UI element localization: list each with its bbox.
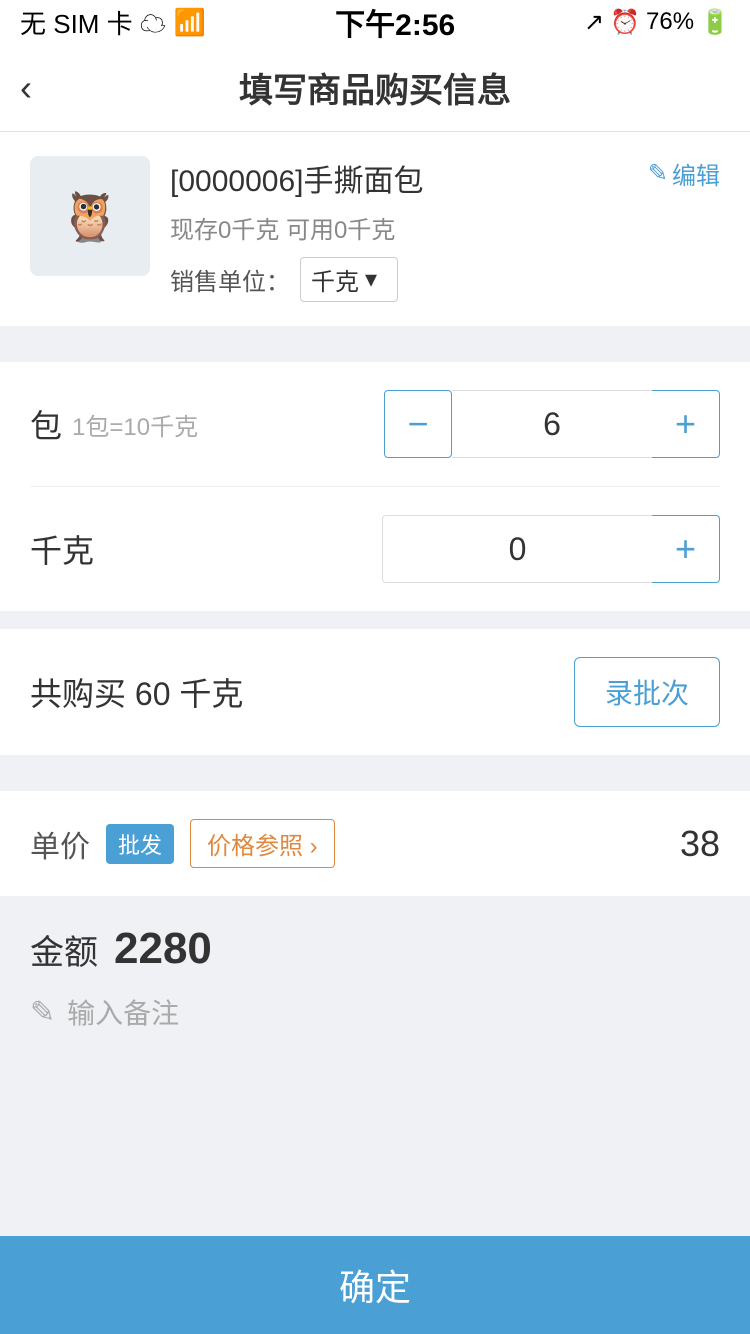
- product-name: [0000006]手撕面包: [170, 156, 648, 200]
- product-stock: 现存0千克 可用0千克: [170, 210, 720, 245]
- wifi-icon: 📶: [174, 7, 206, 38]
- back-button[interactable]: ‹: [20, 67, 32, 109]
- product-header: [0000006]手撕面包 ✎ 编辑: [170, 156, 720, 200]
- product-info: [0000006]手撕面包 ✎ 编辑 现存0千克 可用0千克 销售单位： 千克 …: [170, 156, 720, 302]
- amount-section: 金额 2280 ✎ 输入备注: [0, 896, 750, 1148]
- bao-label: 包: [30, 401, 62, 447]
- kg-label: 千克: [30, 526, 94, 572]
- edit-button[interactable]: ✎ 编辑: [648, 156, 720, 191]
- status-bar: 无 SIM 卡 ☁ 📶 下午2:56 ↗ ⏰ 76% 🔋: [0, 0, 750, 44]
- amount-row: 金额 2280: [30, 924, 720, 974]
- sim-status: 无 SIM 卡 ☁: [20, 4, 166, 41]
- product-unit-row: 销售单位： 千克 ▾: [170, 257, 720, 302]
- remark-text: 输入备注: [67, 992, 179, 1032]
- unit-select[interactable]: 千克 ▾: [300, 257, 398, 302]
- nav-bar: ‹ 填写商品购买信息: [0, 44, 750, 132]
- total-value: 60: [135, 676, 171, 712]
- status-time: 下午2:56: [335, 0, 455, 44]
- battery-icon: 🔋: [700, 8, 730, 37]
- confirm-button[interactable]: 确定: [0, 1236, 750, 1334]
- total-text: 共购买 60 千克: [30, 669, 243, 715]
- alarm-icon: ⏰: [610, 8, 640, 37]
- divider-1: [0, 344, 750, 362]
- page-title: 填写商品购买信息: [239, 63, 511, 112]
- price-reference-button[interactable]: 价格参照 ›: [190, 819, 335, 868]
- product-image: 🦉: [30, 156, 150, 276]
- bao-plus-button[interactable]: +: [652, 390, 720, 458]
- location-icon: ↗: [584, 8, 604, 37]
- kg-plus-button[interactable]: +: [652, 515, 720, 583]
- remark-row[interactable]: ✎ 输入备注: [30, 992, 720, 1032]
- bao-quantity-input[interactable]: [452, 390, 652, 458]
- unit-value: 千克: [311, 262, 359, 297]
- amount-value: 2280: [114, 924, 212, 974]
- price-ref-label: 价格参照 ›: [207, 826, 318, 861]
- confirm-label: 确定: [339, 1259, 411, 1311]
- amount-label: 金额: [30, 925, 98, 974]
- product-image-icon: 🦉: [60, 188, 120, 245]
- bao-input-row: 包 1包=10千克 − +: [30, 362, 720, 487]
- dropdown-arrow-icon: ▾: [365, 265, 377, 294]
- divider-2: [0, 755, 750, 773]
- price-label: 单价: [30, 822, 90, 866]
- bao-sublabel: 1包=10千克: [72, 407, 198, 442]
- total-row: 共购买 60 千克 录批次: [0, 629, 750, 755]
- bao-input-controls: − +: [384, 390, 720, 458]
- remark-icon: ✎: [30, 995, 55, 1030]
- price-type-tag: 批发: [106, 824, 174, 864]
- bao-minus-button[interactable]: −: [384, 390, 452, 458]
- price-row: 单价 批发 价格参照 › 38: [30, 819, 720, 868]
- batch-button[interactable]: 录批次: [574, 657, 720, 727]
- battery-level: 76%: [646, 8, 694, 36]
- kg-input-controls: +: [382, 515, 720, 583]
- kg-quantity-input[interactable]: [382, 515, 652, 583]
- price-section: 单价 批发 价格参照 › 38: [0, 791, 750, 896]
- price-value: 38: [680, 823, 720, 865]
- kg-input-row: 千克 +: [30, 487, 720, 611]
- product-card: 🦉 [0000006]手撕面包 ✎ 编辑 现存0千克 可用0千克 销售单位： 千…: [0, 132, 750, 326]
- status-right: ↗ ⏰ 76% 🔋: [584, 8, 730, 37]
- unit-label: 销售单位：: [170, 262, 290, 297]
- status-left: 无 SIM 卡 ☁ 📶: [20, 4, 206, 41]
- input-section: 包 1包=10千克 − + 千克 +: [0, 362, 750, 611]
- edit-icon: ✎: [648, 159, 668, 188]
